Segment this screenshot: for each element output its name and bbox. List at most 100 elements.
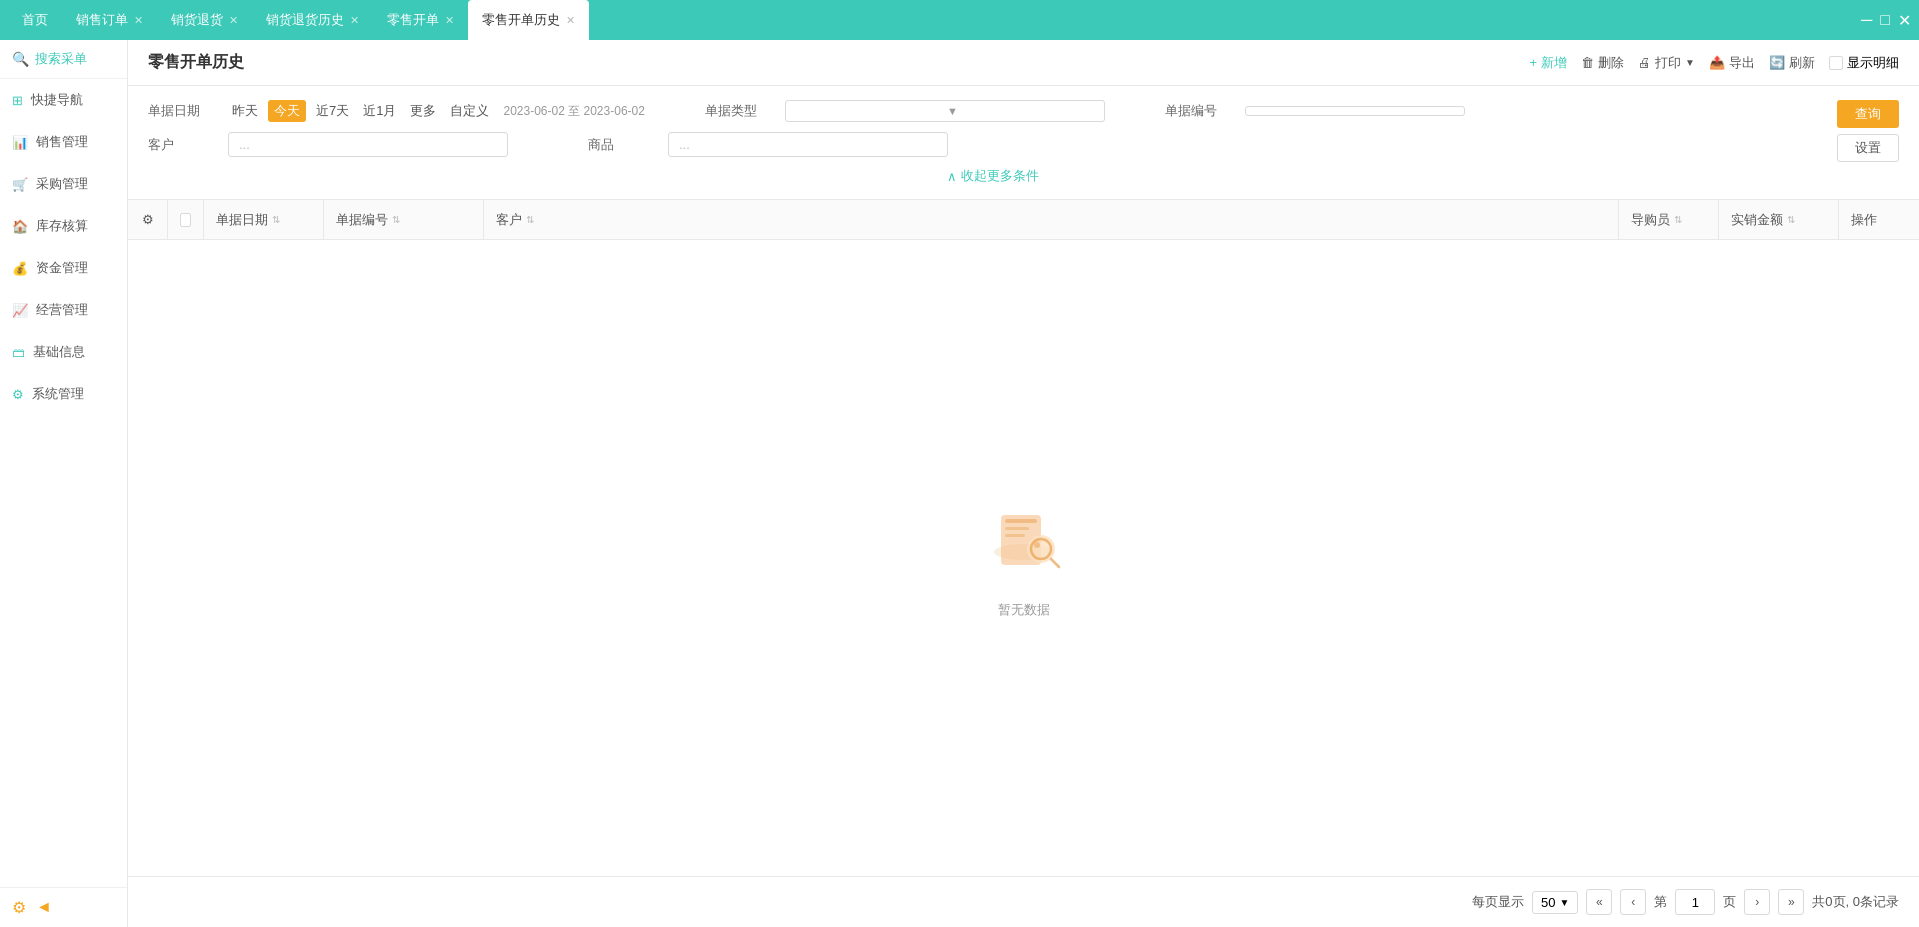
collapse-sidebar-icon[interactable]: ◄ <box>36 898 52 917</box>
next-page-button[interactable]: › <box>1744 889 1770 915</box>
svg-line-7 <box>1051 559 1059 567</box>
tab-home[interactable]: 首页 <box>8 0 62 40</box>
collapse-button[interactable]: ∧ 收起更多条件 <box>148 167 1837 185</box>
column-number[interactable]: 单据编号 ⇅ <box>324 200 484 240</box>
refresh-button[interactable]: 🔄 刷新 <box>1769 54 1815 72</box>
date-opt-7days[interactable]: 近7天 <box>312 100 353 122</box>
tab-sales-return-history[interactable]: 销货退货历史 ✕ <box>252 0 373 40</box>
date-opt-1month[interactable]: 近1月 <box>359 100 400 122</box>
window-maximize-icon[interactable]: □ <box>1880 11 1890 29</box>
customer-placeholder: ... <box>239 137 497 152</box>
delete-icon: 🗑 <box>1581 55 1594 70</box>
sidebar-item-finance[interactable]: 💰 资金管理 <box>0 247 127 289</box>
sidebar-item-inventory[interactable]: 🏠 库存核算 <box>0 205 127 247</box>
total-info: 共0页, 0条记录 <box>1812 893 1899 911</box>
sidebar-item-system[interactable]: ⚙ 系统管理 <box>0 373 127 415</box>
add-button[interactable]: + 新增 <box>1530 54 1568 72</box>
close-tab-retail-open[interactable]: ✕ <box>445 14 454 27</box>
tab-sales-return[interactable]: 销货退货 ✕ <box>157 0 252 40</box>
customer-input[interactable]: ... <box>228 132 508 157</box>
date-opt-today[interactable]: 今天 <box>268 100 306 122</box>
search-icon: 🔍 <box>12 51 29 67</box>
svg-point-8 <box>1034 542 1040 548</box>
sort-customer-icon: ⇅ <box>526 214 534 225</box>
empty-state: 暂无数据 <box>128 240 1919 876</box>
close-tab-retail-open-history[interactable]: ✕ <box>566 14 575 27</box>
inventory-icon: 🏠 <box>12 219 28 234</box>
display-toggle[interactable]: 显示明细 <box>1829 54 1899 72</box>
type-label: 单据类型 <box>705 102 765 120</box>
svg-rect-4 <box>1005 534 1025 537</box>
column-customer[interactable]: 客户 ⇅ <box>484 200 1619 240</box>
goods-input[interactable]: ... <box>668 132 948 157</box>
column-ops: 操作 <box>1839 200 1919 240</box>
sidebar-item-sales-mgmt[interactable]: 📊 销售管理 <box>0 121 127 163</box>
table-area: ⚙ 单据日期 ⇅ 单据编号 ⇅ 客户 ⇅ 导购员 ⇅ <box>128 200 1919 876</box>
sidebar-item-base-info[interactable]: 🗃 基础信息 <box>0 331 127 373</box>
page-number-input[interactable] <box>1675 889 1715 915</box>
export-button[interactable]: 📤 导出 <box>1709 54 1755 72</box>
quick-nav-icon: ⊞ <box>12 93 23 108</box>
sort-number-icon: ⇅ <box>392 214 400 225</box>
column-amount[interactable]: 实销金额 ⇅ <box>1719 200 1839 240</box>
prev-page-button[interactable]: ‹ <box>1620 889 1646 915</box>
tab-retail-open[interactable]: 零售开单 ✕ <box>373 0 468 40</box>
settings-bottom-icon[interactable]: ⚙ <box>12 898 26 917</box>
sidebar-item-business[interactable]: 📈 经营管理 <box>0 289 127 331</box>
sidebar-item-purchase-mgmt[interactable]: 🛒 采购管理 <box>0 163 127 205</box>
top-bar: 首页 销售订单 ✕ 销货退货 ✕ 销货退货历史 ✕ 零售开单 ✕ 零售开单历史 … <box>0 0 1919 40</box>
customer-label: 客户 <box>148 136 208 154</box>
number-label: 单据编号 <box>1165 102 1225 120</box>
filter-actions: 查询 设置 <box>1837 100 1899 162</box>
last-page-button[interactable]: » <box>1778 889 1804 915</box>
per-page-select[interactable]: 50 ▼ <box>1532 891 1578 914</box>
tab-retail-open-history[interactable]: 零售开单历史 ✕ <box>468 0 589 40</box>
column-date[interactable]: 单据日期 ⇅ <box>204 200 324 240</box>
filter-area: 单据日期 昨天 今天 近7天 近1月 更多 自定义 2023-06-02 至 2… <box>128 86 1919 200</box>
filter-row-1: 单据日期 昨天 今天 近7天 近1月 更多 自定义 2023-06-02 至 2… <box>148 100 1837 122</box>
goods-placeholder: ... <box>679 137 937 152</box>
sales-mgmt-icon: 📊 <box>12 135 28 150</box>
print-icon: 🖨 <box>1638 55 1651 70</box>
print-button[interactable]: 🖨 打印 ▼ <box>1638 54 1695 72</box>
sidebar-bottom: ⚙ ◄ <box>0 887 127 927</box>
date-opt-yesterday[interactable]: 昨天 <box>228 100 262 122</box>
close-tab-sales-order[interactable]: ✕ <box>134 14 143 27</box>
date-opt-custom[interactable]: 自定义 <box>446 100 493 122</box>
query-button[interactable]: 查询 <box>1837 100 1899 128</box>
number-input[interactable] <box>1245 106 1465 116</box>
page-header: 零售开单历史 + 新增 🗑 删除 🖨 打印 ▼ 📤 导出 <box>128 40 1919 86</box>
sort-guide-icon: ⇅ <box>1674 214 1682 225</box>
export-icon: 📤 <box>1709 55 1725 70</box>
close-tab-sales-return-history[interactable]: ✕ <box>350 14 359 27</box>
main-layout: 🔍 搜索采单 ⊞ 快捷导航 📊 销售管理 🛒 采购管理 🏠 库存核算 💰 资金管… <box>0 40 1919 927</box>
collapse-icon: ∧ <box>947 169 957 184</box>
column-settings-icon[interactable]: ⚙ <box>128 200 168 240</box>
first-page-button[interactable]: « <box>1586 889 1612 915</box>
window-minimize-icon[interactable]: ─ <box>1861 11 1872 29</box>
date-range-display: 2023-06-02 至 2023-06-02 <box>503 103 644 120</box>
sort-date-icon: ⇅ <box>272 214 280 225</box>
per-page-label: 每页显示 <box>1472 893 1524 911</box>
column-guide[interactable]: 导购员 ⇅ <box>1619 200 1719 240</box>
sidebar-item-quick-nav[interactable]: ⊞ 快捷导航 <box>0 79 127 121</box>
empty-text: 暂无数据 <box>998 601 1050 619</box>
type-select[interactable]: ▼ <box>785 100 1105 122</box>
date-opt-more[interactable]: 更多 <box>406 100 440 122</box>
window-close-icon[interactable]: ✕ <box>1898 11 1911 30</box>
date-options: 昨天 今天 近7天 近1月 更多 自定义 2023-06-02 至 2023-0… <box>228 100 645 122</box>
pagination: 每页显示 50 ▼ « ‹ 第 页 › » 共0页, 0条记录 <box>128 876 1919 927</box>
business-icon: 📈 <box>12 303 28 318</box>
empty-icon <box>979 497 1069 587</box>
column-checkbox[interactable] <box>168 200 204 240</box>
sidebar-search[interactable]: 🔍 搜索采单 <box>0 40 127 79</box>
sidebar: 🔍 搜索采单 ⊞ 快捷导航 📊 销售管理 🛒 采购管理 🏠 库存核算 💰 资金管… <box>0 40 128 927</box>
delete-button[interactable]: 🗑 删除 <box>1581 54 1624 72</box>
tab-sales-order[interactable]: 销售订单 ✕ <box>62 0 157 40</box>
goods-label: 商品 <box>588 136 648 154</box>
display-checkbox[interactable] <box>1829 56 1843 70</box>
settings-button[interactable]: 设置 <box>1837 134 1899 162</box>
close-tab-sales-return[interactable]: ✕ <box>229 14 238 27</box>
add-icon: + <box>1530 55 1538 70</box>
filter-row-2: 客户 ... 商品 ... <box>148 132 1837 157</box>
